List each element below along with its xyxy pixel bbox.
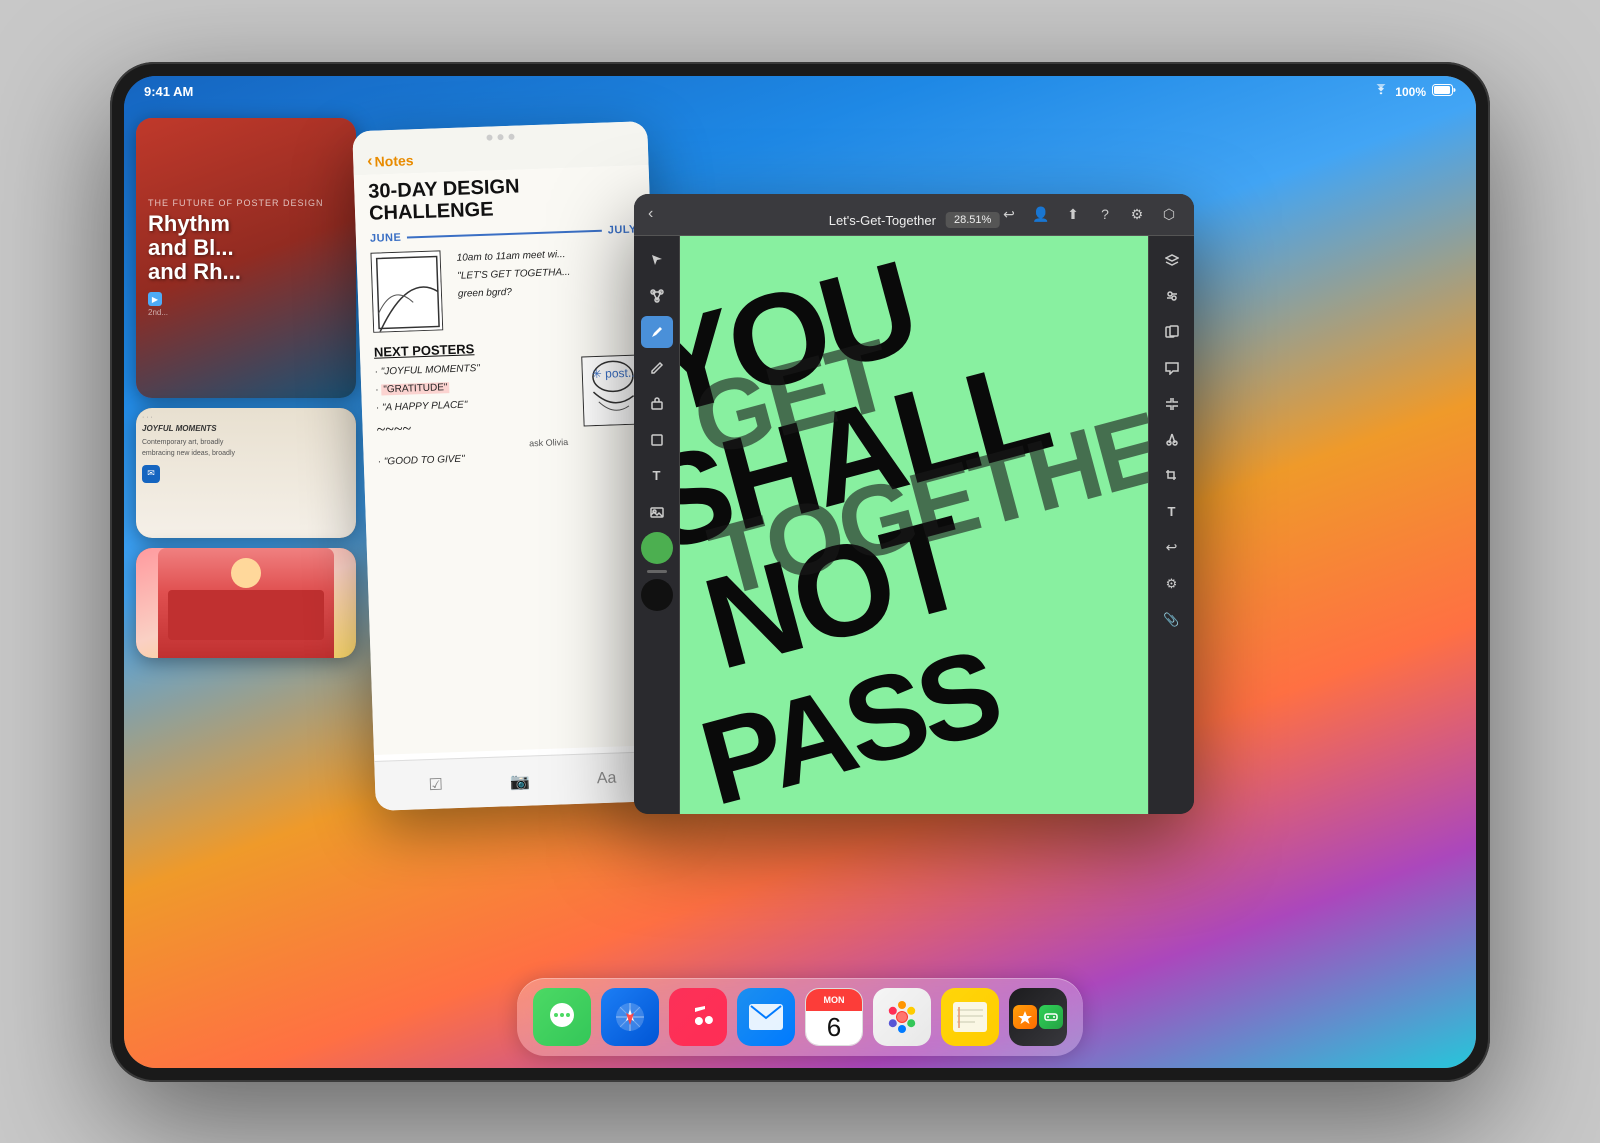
poster-artwork: YOU SHALL NOT PASS GET TOGETHER xyxy=(680,236,1148,814)
dock-app-notes[interactable] xyxy=(941,988,999,1046)
app-switcher[interactable]: The Future of Poster Design Rhythmand Bl… xyxy=(124,76,1476,1068)
notes-checklist-icon[interactable]: ☑ xyxy=(428,774,443,794)
affinity-tool-shape[interactable] xyxy=(641,424,673,456)
affinity-rtool-undo[interactable]: ↩ xyxy=(1156,532,1188,564)
affinity-rtool-link[interactable]: 📎 xyxy=(1156,604,1188,636)
affinity-settings-btn[interactable]: ⚙ xyxy=(1126,203,1148,225)
notes-camera-icon[interactable]: 📷 xyxy=(510,771,531,792)
dock: MON 6 xyxy=(517,978,1083,1056)
dock-app-safari[interactable] xyxy=(601,988,659,1046)
notes-bottom-bar: ☑ 📷 Aa xyxy=(374,750,671,810)
affinity-rtool-pages[interactable] xyxy=(1156,316,1188,348)
notes-signature-scrawl: ~~~~ xyxy=(376,414,578,439)
affinity-title: Let's-Get-Together xyxy=(829,213,936,228)
affinity-rtool-adjust[interactable] xyxy=(1156,280,1188,312)
notes-back-label[interactable]: Notes xyxy=(374,152,413,169)
status-time: 9:41 AM xyxy=(144,84,193,99)
dock-app-calendar[interactable]: MON 6 xyxy=(805,988,863,1046)
chevron-left-icon: ‹ xyxy=(367,152,373,170)
notes-format-icon[interactable]: Aa xyxy=(597,769,617,788)
timeline-july: JULY xyxy=(608,223,638,236)
battery-icon xyxy=(1432,84,1456,99)
affinity-mask-btn[interactable]: ⬡ xyxy=(1158,203,1180,225)
affinity-rtool-text2[interactable]: T xyxy=(1156,496,1188,528)
app-thumb-magazine[interactable]: The Future of Poster Design Rhythmand Bl… xyxy=(136,118,356,398)
affinity-rtool-crop[interactable] xyxy=(1156,460,1188,492)
affinity-right-toolbar: T ↩ ⚙ 📎 xyxy=(1148,236,1194,814)
affinity-rtool-cut[interactable] xyxy=(1156,424,1188,456)
calendar-day: MON xyxy=(806,989,862,1011)
status-bar: 9:41 AM 100% xyxy=(124,76,1476,108)
ipad-screen: 9:41 AM 100% xyxy=(124,76,1476,1068)
status-right: 100% xyxy=(1373,84,1456,99)
affinity-tool-color[interactable] xyxy=(641,532,673,564)
affinity-rtool-transform[interactable] xyxy=(1156,388,1188,420)
affinity-zoom[interactable]: 28.51% xyxy=(946,212,999,228)
battery-status: 100% xyxy=(1395,85,1426,99)
affinity-tool-erase[interactable] xyxy=(641,388,673,420)
notes-sketch xyxy=(370,250,443,332)
affinity-help-btn[interactable]: ? xyxy=(1094,203,1116,225)
affinity-titlebar: ‹ Let's-Get-Together 28.51% ↩ 👤 ⬆ ? ⚙ ⬡ xyxy=(634,194,1194,236)
notes-heading: 30-DAY DESIGN CHALLENGE xyxy=(368,171,636,224)
affinity-back-btn[interactable]: ‹ xyxy=(648,205,653,223)
notes-timeline: JUNE JULY xyxy=(370,223,637,244)
notes-asterisk: ✳ post... xyxy=(592,365,639,381)
notes-content[interactable]: 30-DAY DESIGN CHALLENGE JUNE JULY xyxy=(354,165,669,755)
affinity-tool-pen[interactable] xyxy=(641,316,673,348)
affinity-left-toolbar: T xyxy=(634,236,680,814)
affinity-left-controls: ‹ xyxy=(648,205,653,223)
wifi-icon xyxy=(1373,84,1389,99)
affinity-canvas[interactable]: YOU SHALL NOT PASS GET TOGETHER xyxy=(680,236,1148,814)
notes-sketch-section: 10am to 11am meet wi... "LET'S GET TOGET… xyxy=(370,243,640,336)
left-panel: The Future of Poster Design Rhythmand Bl… xyxy=(136,118,356,988)
affinity-window[interactable]: ‹ Let's-Get-Together 28.51% ↩ 👤 ⬆ ? ⚙ ⬡ xyxy=(634,194,1194,814)
affinity-divider xyxy=(647,570,667,573)
affinity-undo-btn[interactable]: ↩ xyxy=(998,203,1020,225)
affinity-tool-node[interactable] xyxy=(641,280,673,312)
dock-app-mail[interactable] xyxy=(737,988,795,1046)
notes-window[interactable]: ‹ Notes 30-DAY DESIGN CHALLENGE JUNE JUL… xyxy=(352,121,671,811)
timeline-line xyxy=(407,229,601,238)
notes-item2-text: "GRATITUDE" xyxy=(381,382,449,395)
app-thumb-notes-small[interactable]: · · · JOYFUL MOMENTS Contemporary art, b… xyxy=(136,408,356,538)
dock-app-music[interactable] xyxy=(669,988,727,1046)
affinity-rtool-comments[interactable] xyxy=(1156,352,1188,384)
affinity-tool-pointer[interactable] xyxy=(641,244,673,276)
app-thumb-photo[interactable] xyxy=(136,548,356,658)
affinity-tool-text[interactable]: T xyxy=(641,460,673,492)
affinity-rtool-layers[interactable] xyxy=(1156,244,1188,276)
window-controls xyxy=(486,133,514,140)
affinity-title-actions: ↩ 👤 ⬆ ? ⚙ ⬡ xyxy=(998,203,1180,225)
ipad-frame: 9:41 AM 100% xyxy=(110,62,1490,1082)
affinity-share-btn[interactable]: ⬆ xyxy=(1062,203,1084,225)
affinity-rtool-gear[interactable]: ⚙ xyxy=(1156,568,1188,600)
dock-app-arcade[interactable] xyxy=(1009,988,1067,1046)
affinity-person-btn[interactable]: 👤 xyxy=(1030,203,1052,225)
dock-app-messages[interactable] xyxy=(533,988,591,1046)
dock-app-photos[interactable] xyxy=(873,988,931,1046)
calendar-number: 6 xyxy=(806,1011,862,1045)
affinity-tool-image[interactable] xyxy=(641,496,673,528)
poster-canvas: YOU SHALL NOT PASS GET TOGETHER xyxy=(680,236,1148,814)
affinity-tool-pencil[interactable] xyxy=(641,352,673,384)
timeline-june: JUNE xyxy=(370,231,402,244)
affinity-title-group: Let's-Get-Together 28.51% xyxy=(829,212,1000,228)
affinity-tool-fill[interactable] xyxy=(641,579,673,611)
